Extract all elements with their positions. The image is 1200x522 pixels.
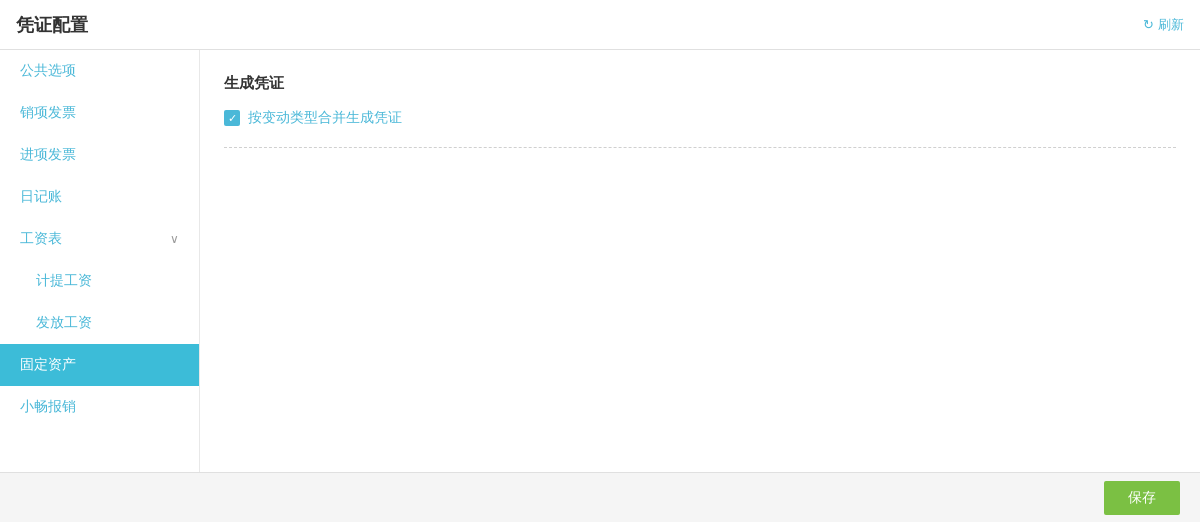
sidebar-item-purchase-invoice[interactable]: 进项发票 xyxy=(0,134,199,176)
sidebar-item-journal[interactable]: 日记账 xyxy=(0,176,199,218)
chevron-down-icon: ∨ xyxy=(170,232,179,246)
sidebar-item-label: 工资表 xyxy=(20,230,62,248)
sidebar-item-label: 发放工资 xyxy=(36,314,92,332)
refresh-icon: ↻ xyxy=(1143,17,1154,32)
section-divider xyxy=(224,147,1176,148)
merge-by-type-checkbox[interactable] xyxy=(224,110,240,126)
refresh-button[interactable]: ↻ 刷新 xyxy=(1143,16,1184,34)
sidebar: 公共选项 销项发票 进项发票 日记账 工资表 ∨ 计提工资 发放工资 固定资 xyxy=(0,50,200,472)
save-button[interactable]: 保存 xyxy=(1104,481,1180,515)
refresh-label: 刷新 xyxy=(1158,16,1184,34)
section-title: 生成凭证 xyxy=(224,74,1176,93)
sidebar-item-sales-invoice[interactable]: 销项发票 xyxy=(0,92,199,134)
page-wrapper: 凭证配置 ↻ 刷新 公共选项 销项发票 进项发票 日记账 工资表 ∨ xyxy=(0,0,1200,522)
merge-by-type-label[interactable]: 按变动类型合并生成凭证 xyxy=(248,109,402,127)
sidebar-item-expense-claim[interactable]: 小畅报销 xyxy=(0,386,199,428)
sidebar-item-label: 销项发票 xyxy=(20,104,76,122)
sidebar-item-label: 日记账 xyxy=(20,188,62,206)
sidebar-item-pay-salary[interactable]: 发放工资 xyxy=(0,302,199,344)
sidebar-item-label: 公共选项 xyxy=(20,62,76,80)
sidebar-item-label: 计提工资 xyxy=(36,272,92,290)
sidebar-item-payroll-table[interactable]: 工资表 ∨ xyxy=(0,218,199,260)
sidebar-item-label: 小畅报销 xyxy=(20,398,76,416)
main-content: 公共选项 销项发票 进项发票 日记账 工资表 ∨ 计提工资 发放工资 固定资 xyxy=(0,50,1200,472)
checkbox-row: 按变动类型合并生成凭证 xyxy=(224,109,1176,127)
sidebar-item-calc-salary[interactable]: 计提工资 xyxy=(0,260,199,302)
page-title: 凭证配置 xyxy=(16,13,88,37)
footer: 保存 xyxy=(0,472,1200,522)
sidebar-item-public-options[interactable]: 公共选项 xyxy=(0,50,199,92)
sidebar-item-label: 固定资产 xyxy=(20,356,76,374)
sidebar-item-label: 进项发票 xyxy=(20,146,76,164)
sidebar-item-fixed-assets[interactable]: 固定资产 xyxy=(0,344,199,386)
content-area: 生成凭证 按变动类型合并生成凭证 xyxy=(200,50,1200,472)
header: 凭证配置 ↻ 刷新 xyxy=(0,0,1200,50)
